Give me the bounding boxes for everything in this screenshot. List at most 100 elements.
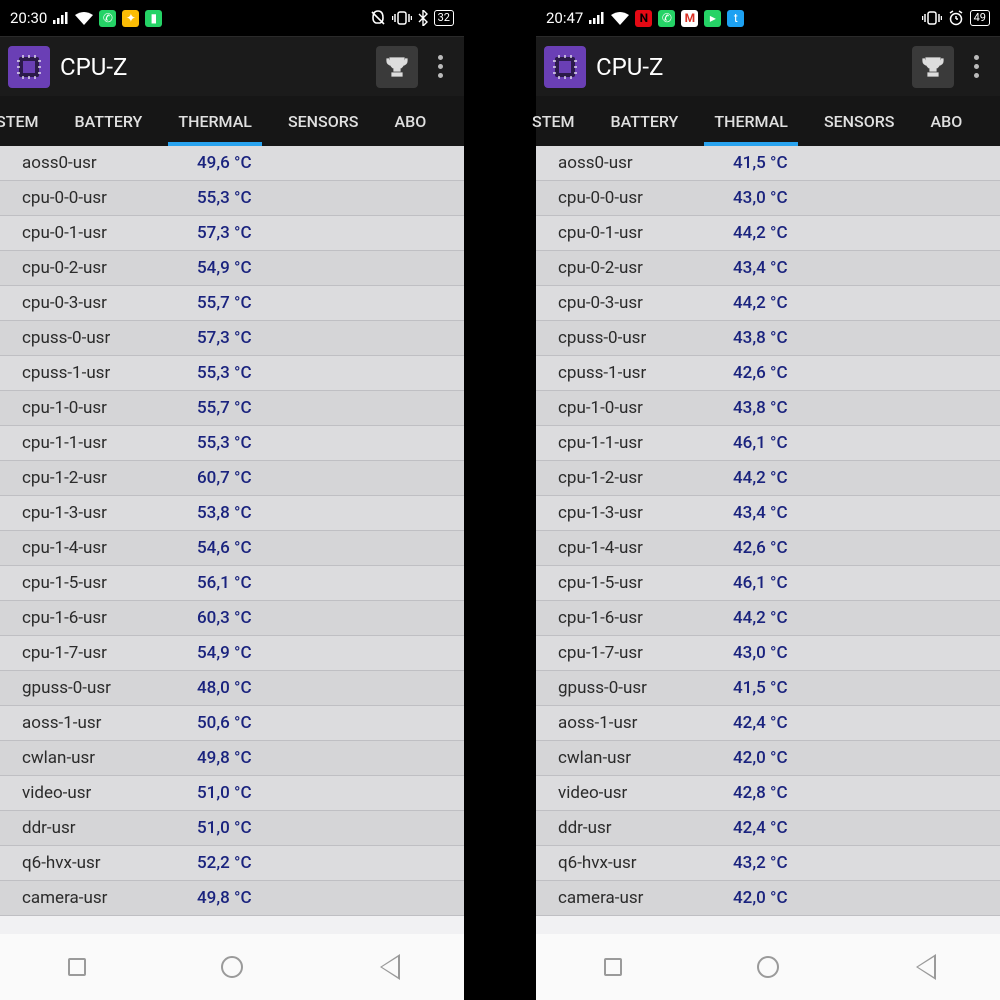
sensor-value: 55,3 °C <box>197 363 252 383</box>
sensor-value: 49,6 °C <box>197 153 252 173</box>
thermal-row: cpu-1-7-usr54,9 °C <box>0 636 464 671</box>
tab-sensors[interactable]: SENSORS <box>806 96 913 146</box>
back-button[interactable] <box>908 952 938 982</box>
overflow-menu-button[interactable] <box>960 46 992 88</box>
thermal-row: cpuss-1-usr42,6 °C <box>536 356 1000 391</box>
thermal-row: cwlan-usr49,8 °C <box>0 741 464 776</box>
sensor-name: cpu-0-2-usr <box>22 258 197 278</box>
vibrate-icon <box>922 11 942 25</box>
sensor-value: 51,0 °C <box>197 818 252 838</box>
trophy-button[interactable] <box>376 46 418 88</box>
tab-battery[interactable]: BATTERY <box>56 96 160 146</box>
sensor-name: video-usr <box>22 783 197 803</box>
sensor-name: camera-usr <box>558 888 733 908</box>
status-time: 20:47 <box>546 9 583 27</box>
app-icon: ▮ <box>145 10 162 27</box>
status-time: 20:30 <box>10 9 47 27</box>
sensor-name: aoss-1-usr <box>558 713 733 733</box>
sensor-value: 42,0 °C <box>733 748 788 768</box>
tab-thermal[interactable]: THERMAL <box>696 96 806 146</box>
thermal-row: cpu-1-7-usr43,0 °C <box>536 636 1000 671</box>
thermal-list[interactable]: aoss0-usr41,5 °Ccpu-0-0-usr43,0 °Ccpu-0-… <box>536 146 1000 934</box>
sensor-name: cpu-0-1-usr <box>558 223 733 243</box>
sensor-value: 43,4 °C <box>733 503 788 523</box>
sensor-name: q6-hvx-usr <box>22 853 197 873</box>
overflow-menu-button[interactable] <box>424 46 456 88</box>
sensor-name: cpu-1-7-usr <box>558 643 733 663</box>
thermal-row: aoss0-usr49,6 °C <box>0 146 464 181</box>
sensor-name: cpu-0-3-usr <box>22 293 197 313</box>
sensor-value: 41,5 °C <box>733 153 788 173</box>
sensor-name: cpu-1-5-usr <box>558 573 733 593</box>
tab-sensors[interactable]: SENSORS <box>270 96 377 146</box>
thermal-row: video-usr42,8 °C <box>536 776 1000 811</box>
recent-apps-button[interactable] <box>598 952 628 982</box>
tab-about[interactable]: ABO <box>912 96 962 146</box>
sensor-name: cpuss-1-usr <box>558 363 733 383</box>
bluetooth-icon <box>418 10 428 26</box>
thermal-row: cpu-1-4-usr54,6 °C <box>0 531 464 566</box>
sensor-name: cpu-1-0-usr <box>558 398 733 418</box>
sensor-name: video-usr <box>558 783 733 803</box>
thermal-row: video-usr51,0 °C <box>0 776 464 811</box>
sensor-name: cpuss-0-usr <box>22 328 197 348</box>
tab-system[interactable]: STEM <box>532 96 592 146</box>
thermal-row: cpu-1-3-usr43,4 °C <box>536 496 1000 531</box>
sensor-value: 48,0 °C <box>197 678 252 698</box>
home-button[interactable] <box>753 952 783 982</box>
tab-battery[interactable]: BATTERY <box>592 96 696 146</box>
play-icon: ▸ <box>704 10 721 27</box>
list-footer <box>0 916 464 934</box>
thermal-list[interactable]: aoss0-usr49,6 °Ccpu-0-0-usr55,3 °C cpu-0-… <box>0 146 464 934</box>
thermal-row: cpu-1-0-usr43,8 °C <box>536 391 1000 426</box>
thermal-row: cpu-0-0-usr43,0 °C <box>536 181 1000 216</box>
back-button[interactable] <box>372 952 402 982</box>
battery-indicator: 49 <box>970 10 990 26</box>
sensor-name: camera-usr <box>22 888 197 908</box>
tab-system[interactable]: STEM <box>0 96 56 146</box>
app-bar: CPU-Z <box>0 36 464 96</box>
sensor-name: cpu-0-3-usr <box>558 293 733 313</box>
sensor-name: cwlan-usr <box>22 748 197 768</box>
sensor-name: cpu-1-4-usr <box>558 538 733 558</box>
thermal-row: camera-usr49,8 °C <box>0 881 464 916</box>
tab-about[interactable]: ABO <box>376 96 426 146</box>
app-title: CPU-Z <box>60 53 376 81</box>
thermal-row: aoss0-usr41,5 °C <box>536 146 1000 181</box>
sensor-value: 43,0 °C <box>733 188 788 208</box>
sensor-value: 53,8 °C <box>197 503 252 523</box>
thermal-row: q6-hvx-usr52,2 °C <box>0 846 464 881</box>
thermal-row: cpu-0-0-usr55,3 °C <box>0 181 464 216</box>
sensor-name: cpu-1-1-usr <box>558 433 733 453</box>
tab-thermal[interactable]: THERMAL <box>160 96 270 146</box>
sensor-value: 41,5 °C <box>733 678 788 698</box>
battery-indicator: 32 <box>434 10 454 26</box>
sensor-value: 43,0 °C <box>733 643 788 663</box>
sensor-value: 43,8 °C <box>733 328 788 348</box>
thermal-row: cpu-0-1-usr44,2 °C <box>536 216 1000 251</box>
recent-apps-button[interactable] <box>62 952 92 982</box>
sensor-value: 46,1 °C <box>733 433 788 453</box>
thermal-row: cpu-1-3-usr53,8 °C <box>0 496 464 531</box>
thermal-row: cpu-1-1-usr46,1 °C <box>536 426 1000 461</box>
photos-icon: ✦ <box>122 10 139 27</box>
sensor-name: cpu-0-0-usr <box>558 188 733 208</box>
phone-left: 20:30 ✆ ✦ ▮ 32 CPU <box>0 0 464 1000</box>
sensor-value: 44,2 °C <box>733 293 788 313</box>
sensor-name: cpu-1-1-usr <box>22 433 197 453</box>
sensor-name: cpu-1-6-usr <box>22 608 197 628</box>
whatsapp-icon: ✆ <box>99 10 116 27</box>
sensor-name: cpu-1-0-usr <box>22 398 197 418</box>
home-button[interactable] <box>217 952 247 982</box>
signal-icon <box>53 12 69 24</box>
sensor-name: cpu-0-1-usr <box>22 223 197 243</box>
sensor-value: 42,4 °C <box>733 818 788 838</box>
trophy-button[interactable] <box>912 46 954 88</box>
sensor-name: gpuss-0-usr <box>22 678 197 698</box>
signal-icon <box>589 12 605 24</box>
sensor-value: 54,9 °C <box>197 643 252 663</box>
sensor-value: 57,3 °C <box>197 328 252 348</box>
sensor-value: 54,6 °C <box>197 538 252 558</box>
sensor-value: 49,8 °C <box>197 748 252 768</box>
twitter-icon: t <box>727 10 744 27</box>
